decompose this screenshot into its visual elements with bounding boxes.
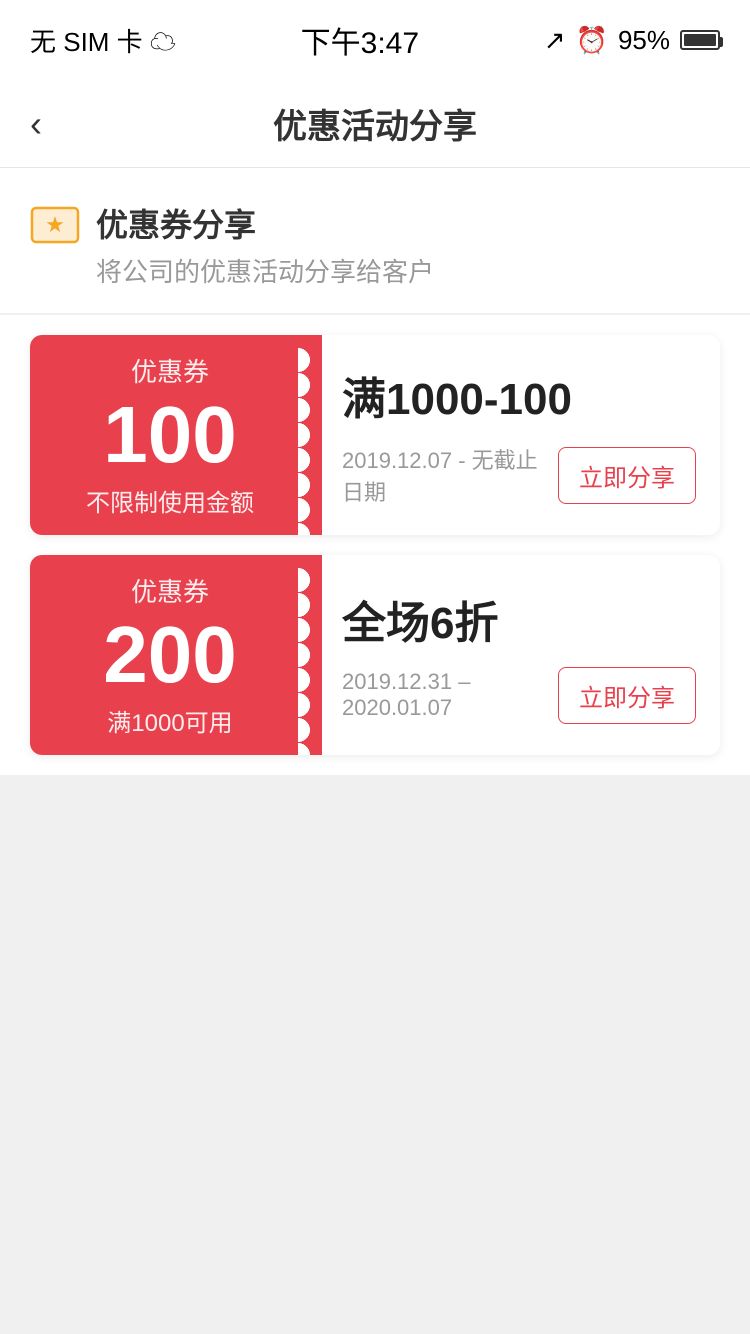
coupon-card-1: 优惠券 100 不限制使用金额 满1000-100 2019.12.07 - 无… [30, 335, 720, 535]
coupon-card-2: 优惠券 200 满1000可用 全场6折 2019.12.31 – 2020.0… [30, 555, 720, 755]
section-subtitle: 将公司的优惠活动分享给客户 [96, 252, 434, 289]
coupon-date-row-2: 2019.12.31 – 2020.01.07 立即分享 [342, 667, 696, 724]
coupon-label-2: 优惠券 [131, 572, 209, 609]
back-button[interactable]: ‹ [30, 103, 42, 145]
coupon-amount-2: 200 [103, 615, 236, 695]
coupon-condition-2: 满1000可用 [107, 703, 232, 738]
section-header: ★ 优惠券分享 将公司的优惠活动分享给客户 [0, 168, 750, 313]
nav-bar: ‹ 优惠活动分享 [0, 80, 750, 168]
share-button-1[interactable]: 立即分享 [558, 447, 696, 504]
coupon-right-1: 满1000-100 2019.12.07 - 无截止日期 立即分享 [310, 335, 720, 535]
coupon-icon: ★ [30, 200, 80, 250]
section-title: 优惠券分享 [96, 200, 434, 246]
coupon-name-1: 满1000-100 [342, 363, 696, 427]
coupon-name-2: 全场6折 [342, 587, 696, 651]
coupon-left-2: 优惠券 200 满1000可用 [30, 555, 310, 755]
battery-text: 95% [618, 25, 670, 56]
share-button-2[interactable]: 立即分享 [558, 667, 696, 724]
coupon-amount-1: 100 [103, 395, 236, 475]
coupon-date-row-1: 2019.12.07 - 无截止日期 立即分享 [342, 443, 696, 507]
coupon-condition-1: 不限制使用金额 [86, 483, 254, 518]
status-bar: 无 SIM 卡 ☁ 下午3:47 ↗ ⏰ 95% [0, 0, 750, 80]
status-time: 下午3:47 [301, 18, 419, 62]
status-right: ↗ ⏰ 95% [544, 25, 720, 56]
coupon-right-2: 全场6折 2019.12.31 – 2020.01.07 立即分享 [310, 555, 720, 755]
status-left: 无 SIM 卡 ☁ [30, 22, 176, 59]
coupon-date-2: 2019.12.31 – 2020.01.07 [342, 669, 558, 721]
svg-text:★: ★ [45, 212, 65, 237]
coupon-left-1: 优惠券 100 不限制使用金额 [30, 335, 310, 535]
alarm-icon: ⏰ [576, 25, 608, 56]
page-title: 优惠活动分享 [273, 99, 477, 148]
coupon-date-1: 2019.12.07 - 无截止日期 [342, 443, 558, 507]
battery-icon [680, 30, 720, 50]
sim-text: 无 SIM 卡 ☁ [30, 22, 176, 59]
bottom-background [0, 775, 750, 1275]
coupon-list: 优惠券 100 不限制使用金额 满1000-100 2019.12.07 - 无… [0, 315, 750, 775]
location-icon: ↗ [544, 25, 566, 56]
section-text: 优惠券分享 将公司的优惠活动分享给客户 [96, 200, 434, 289]
coupon-label-1: 优惠券 [131, 352, 209, 389]
